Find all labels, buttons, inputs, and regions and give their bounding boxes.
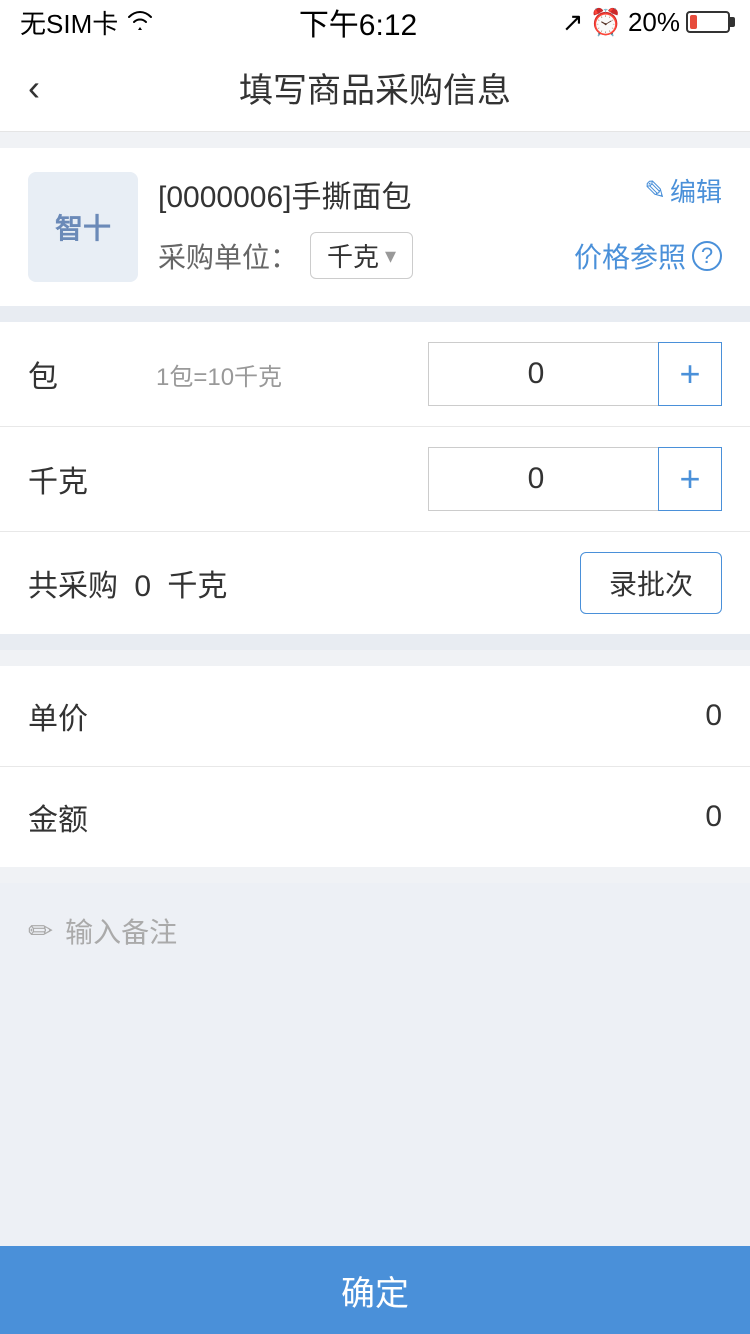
- package-plus-button[interactable]: +: [658, 342, 722, 406]
- kilogram-label: 千克: [28, 457, 148, 501]
- location-icon: ↗: [562, 7, 584, 38]
- edit-icon: ✎: [644, 175, 666, 206]
- unit-value: 千克: [327, 237, 379, 274]
- status-right: ↗ ⏰ 20%: [562, 7, 730, 38]
- price-label: 单价: [28, 694, 88, 738]
- product-image-text: 智十: [55, 207, 111, 247]
- unit-label: 采购单位：: [158, 236, 298, 276]
- bottom-space: [0, 979, 750, 1279]
- battery-icon: [686, 11, 730, 33]
- section-divider-1: [0, 306, 750, 322]
- price-value: 0: [705, 699, 722, 733]
- price-ref-button[interactable]: 价格参照 ?: [574, 236, 722, 276]
- chevron-down-icon: ▾: [385, 243, 396, 269]
- nav-bar: ‹ 填写商品采购信息: [0, 44, 750, 132]
- price-ref-label: 价格参照: [574, 236, 686, 276]
- price-section: 单价 0 金额 0: [0, 666, 750, 867]
- edit-button[interactable]: ✎ 编辑: [644, 172, 722, 209]
- note-section[interactable]: ✏ 输入备注: [0, 883, 750, 979]
- confirm-button[interactable]: 确定: [0, 1246, 750, 1334]
- total-label: 共采购 0 千克: [28, 561, 227, 605]
- price-row: 单价 0: [0, 666, 750, 767]
- edit-label: 编辑: [670, 172, 722, 209]
- kilogram-plus-button[interactable]: +: [658, 447, 722, 511]
- page-title: 填写商品采购信息: [239, 63, 511, 112]
- product-unit-row: 采购单位： 千克 ▾ 价格参照 ?: [158, 232, 722, 279]
- product-name: [0000006]手撕面包: [158, 172, 722, 216]
- section-divider-2: [0, 634, 750, 650]
- package-label: 包: [28, 352, 148, 396]
- status-time: 下午6:12: [299, 0, 417, 44]
- total-row: 共采购 0 千克 录批次: [0, 532, 750, 634]
- product-image: 智十: [28, 172, 138, 282]
- package-section: 包 1包=10千克 + 千克 +: [0, 322, 750, 532]
- wifi-icon: [126, 7, 154, 38]
- help-icon: ?: [692, 241, 722, 271]
- battery-percent: 20%: [628, 7, 680, 38]
- package-input-group: +: [428, 342, 722, 406]
- package-sub-label: 1包=10千克: [156, 357, 282, 392]
- carrier-label: 无SIM卡: [20, 4, 118, 41]
- kilogram-input[interactable]: [428, 447, 658, 511]
- amount-value: 0: [705, 800, 722, 834]
- kilogram-input-group: +: [428, 447, 722, 511]
- note-placeholder: 输入备注: [65, 911, 177, 951]
- package-input[interactable]: [428, 342, 658, 406]
- package-row: 包 1包=10千克 +: [0, 322, 750, 427]
- status-bar: 无SIM卡 下午6:12 ↗ ⏰ 20%: [0, 0, 750, 44]
- total-unit: 千克: [167, 570, 227, 603]
- pencil-icon: ✏: [28, 914, 53, 949]
- batch-button[interactable]: 录批次: [580, 552, 722, 614]
- alarm-icon: ⏰: [590, 7, 622, 38]
- confirm-button-label: 确定: [341, 1266, 409, 1315]
- back-button[interactable]: ‹: [28, 67, 40, 109]
- product-card: 智十 [0000006]手撕面包 采购单位： 千克 ▾ 价格参照 ? ✎ 编辑: [0, 148, 750, 306]
- amount-row: 金额 0: [0, 767, 750, 867]
- amount-label: 金额: [28, 795, 88, 839]
- unit-select[interactable]: 千克 ▾: [310, 232, 413, 279]
- total-amount: 0: [134, 570, 151, 603]
- product-info: [0000006]手撕面包 采购单位： 千克 ▾ 价格参照 ?: [158, 172, 722, 279]
- status-left: 无SIM卡: [20, 4, 154, 41]
- kilogram-row: 千克 +: [0, 427, 750, 532]
